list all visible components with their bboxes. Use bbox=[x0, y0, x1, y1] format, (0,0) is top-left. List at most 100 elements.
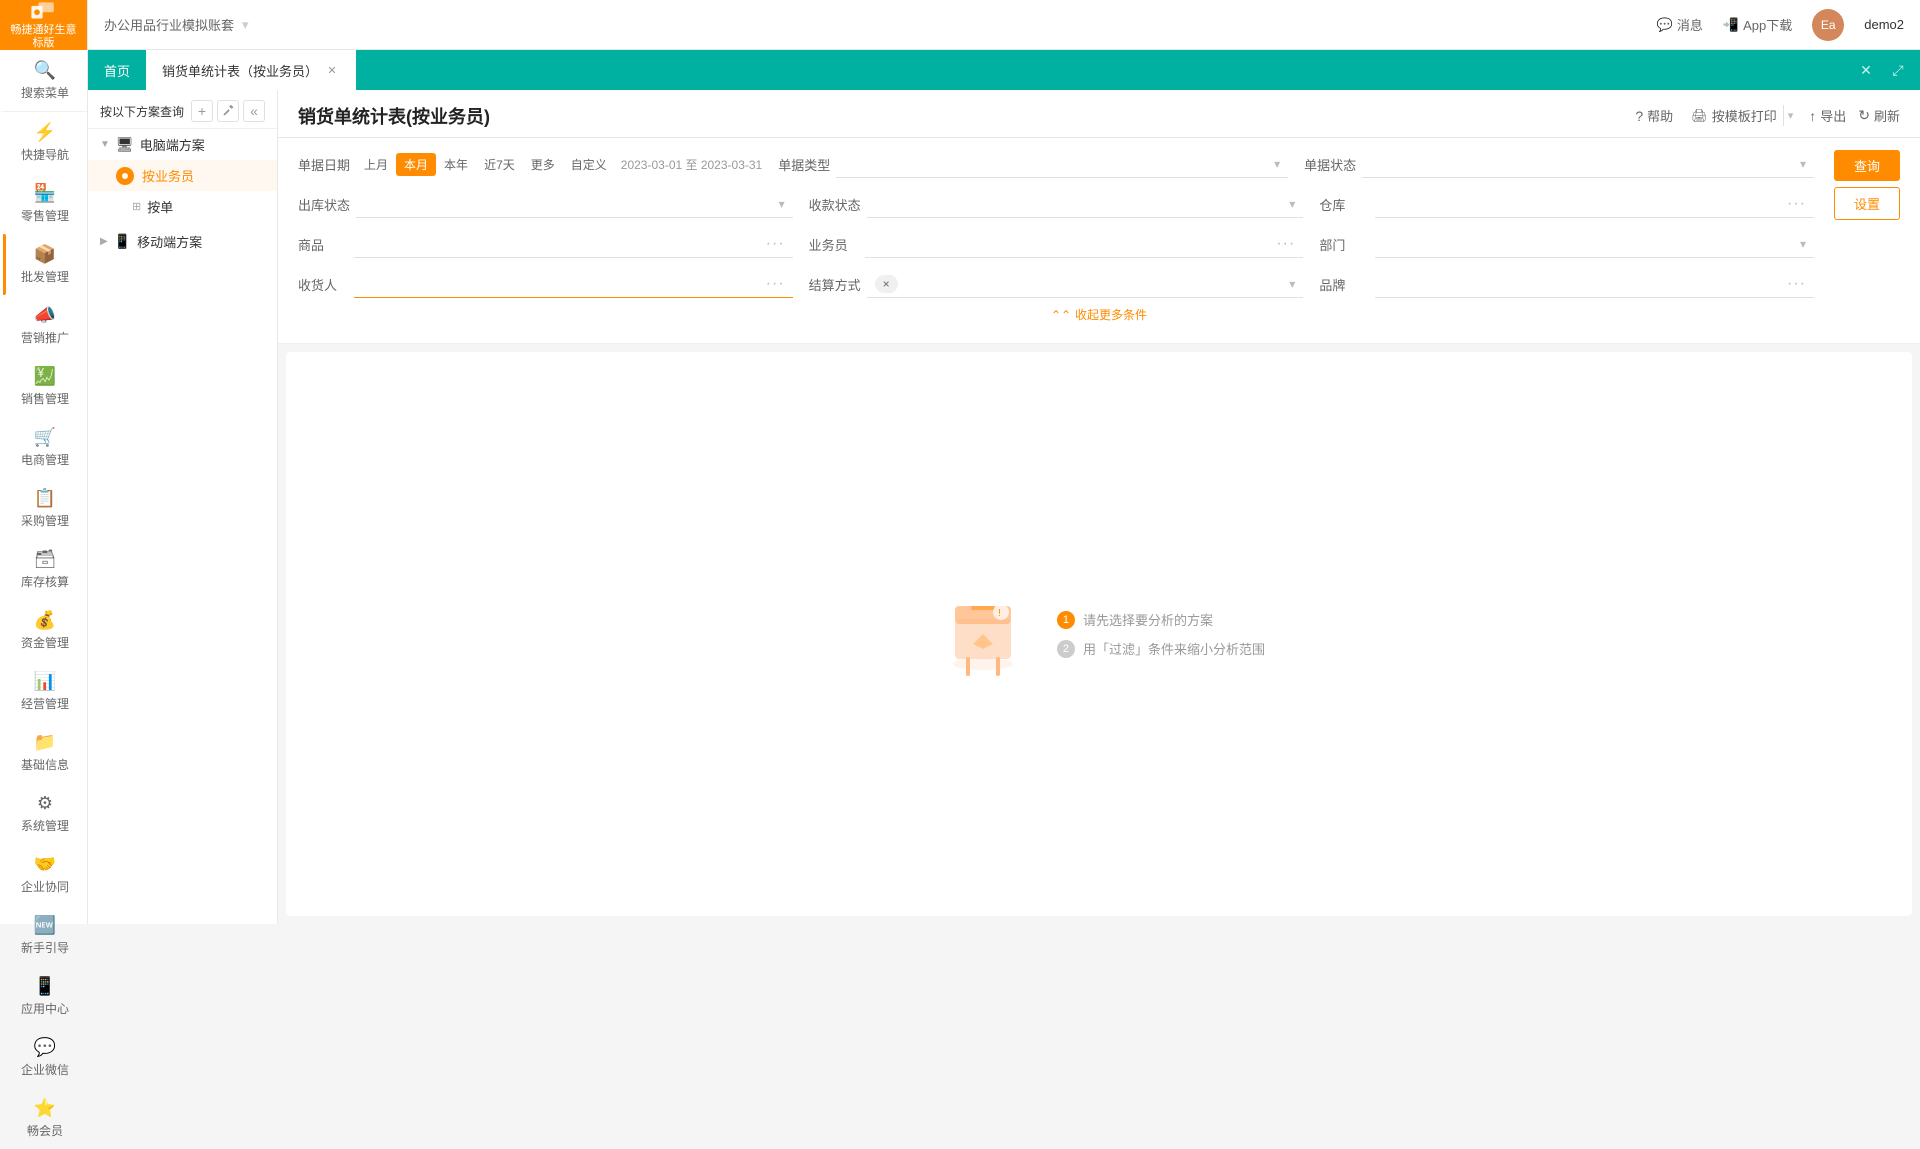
page-title: 销货单统计表(按业务员) bbox=[298, 103, 490, 129]
user-label[interactable]: demo2 bbox=[1864, 17, 1904, 32]
sidebar-item-business[interactable]: 📊 经营管理 bbox=[0, 661, 87, 722]
breadcrumb-text[interactable]: 办公用品行业模拟账套 bbox=[104, 15, 234, 34]
filter-doc-status: 单据状态 ▾ bbox=[1304, 150, 1814, 178]
tab-close-btn[interactable]: ✕ bbox=[324, 62, 340, 78]
settlement-tag-x: × bbox=[883, 277, 890, 291]
sidebar-item-finance[interactable]: 💰 资金管理 bbox=[0, 600, 87, 661]
member-icon: ⭐ bbox=[34, 1098, 56, 1119]
expand-icon-btn[interactable]: ⤢ bbox=[1884, 56, 1912, 84]
warehouse-dots[interactable]: ··· bbox=[1787, 195, 1806, 213]
settlement-tag[interactable]: × bbox=[875, 275, 898, 293]
svg-text:!: ! bbox=[998, 608, 1001, 619]
date-btn-last-month[interactable]: 上月 bbox=[356, 153, 396, 176]
tree-node-by-staff[interactable]: 按业务员 bbox=[88, 160, 277, 191]
settlement-control[interactable]: × ▾ bbox=[867, 270, 1304, 298]
help-icon: ? bbox=[1635, 108, 1643, 124]
warehouse-label: 仓库 bbox=[1319, 195, 1369, 214]
doc-type-control[interactable]: ▾ bbox=[836, 150, 1288, 178]
breadcrumb-chevron[interactable]: ▾ bbox=[242, 17, 249, 33]
sidebar-logo[interactable]: 畅捷通好生意 标版 bbox=[0, 0, 87, 50]
logo-line2: 标版 bbox=[11, 37, 77, 50]
date-btn-more[interactable]: 更多 bbox=[523, 153, 563, 176]
left-panel-header: 按以下方案查询 + « bbox=[88, 90, 277, 129]
sidebar-item-purchase[interactable]: 📋 采购管理 bbox=[0, 478, 87, 539]
brand-control[interactable]: ··· bbox=[1375, 270, 1814, 298]
doc-status-control[interactable]: ▾ bbox=[1362, 150, 1814, 178]
warehouse-control[interactable]: ··· bbox=[1375, 190, 1814, 218]
collapse-panel-btn[interactable]: « bbox=[243, 100, 265, 122]
page-header-actions: ? 帮助 🖨 按模板打印 ▾ ↑ 导出 bbox=[1635, 102, 1900, 129]
sidebar-item-appstore[interactable]: 📱 应用中心 bbox=[0, 966, 87, 1027]
message-btn[interactable]: 💬 消息 bbox=[1657, 15, 1703, 34]
sidebar-item-retail[interactable]: 🏪 零售管理 bbox=[0, 173, 87, 234]
tree-node-mobile[interactable]: ▶ 📱 移动端方案 bbox=[88, 226, 277, 257]
filter-settlement: 结算方式 × ▾ bbox=[809, 270, 1304, 298]
date-btn-this-year[interactable]: 本年 bbox=[436, 153, 476, 176]
date-filter: 上月 本月 本年 近7天 更多 自定义 2023-03-01 至 2023-03… bbox=[356, 153, 762, 176]
brand-dots[interactable]: ··· bbox=[1787, 275, 1806, 293]
business-icon: 📊 bbox=[34, 671, 56, 692]
sidebar-item-system[interactable]: ⚙ 系统管理 bbox=[0, 783, 87, 844]
tree-node-pc[interactable]: ▼ 🖥 电脑端方案 bbox=[88, 129, 277, 160]
search-icon: 🔍 bbox=[34, 60, 56, 81]
print-btn[interactable]: 🖨 按模板打印 bbox=[1685, 102, 1783, 129]
staff-control[interactable]: ··· bbox=[865, 230, 1304, 258]
inventory-icon: 🗃 bbox=[34, 549, 57, 570]
settlement-label: 结算方式 bbox=[809, 275, 861, 294]
consignee-label: 收货人 bbox=[298, 275, 348, 294]
print-icon: 🖨 bbox=[1691, 108, 1708, 124]
stock-status-control[interactable]: ▾ bbox=[356, 190, 793, 218]
stock-chevron: ▾ bbox=[779, 197, 785, 211]
wholesale-icon: 📦 bbox=[34, 244, 56, 265]
sidebar-item-search[interactable]: 🔍 搜索菜单 bbox=[0, 50, 87, 112]
help-btn[interactable]: ? 帮助 bbox=[1635, 106, 1673, 125]
date-label: 单据日期 bbox=[298, 155, 350, 174]
sidebar-item-sales[interactable]: 💹 销售管理 bbox=[0, 356, 87, 417]
settings-btn[interactable]: 设置 bbox=[1834, 187, 1900, 220]
consignee-control[interactable]: ··· bbox=[354, 270, 793, 298]
sidebar-item-inventory[interactable]: 🗃 库存核算 bbox=[0, 539, 87, 600]
sidebar-item-wechat[interactable]: 💬 企业微信 bbox=[0, 1027, 87, 1088]
date-btn-7days[interactable]: 近7天 bbox=[476, 153, 523, 176]
date-btn-custom[interactable]: 自定义 bbox=[563, 153, 615, 176]
sidebar-item-marketing[interactable]: 📣 营销推广 bbox=[0, 295, 87, 356]
sidebar-item-member[interactable]: ⭐ 畅会员 bbox=[0, 1088, 87, 1149]
sidebar-item-wholesale[interactable]: 📦 批发管理 bbox=[0, 234, 87, 295]
refresh-icon: ↻ bbox=[1858, 107, 1870, 124]
dept-control[interactable]: ▾ bbox=[1375, 230, 1814, 258]
app-download-btn[interactable]: 📲 App下载 bbox=[1723, 15, 1792, 34]
retail-icon: 🏪 bbox=[34, 183, 56, 204]
tree-node-by-order[interactable]: ⊞ 按单 bbox=[88, 191, 277, 222]
tab-sales-report[interactable]: 销货单统计表（按业务员） ✕ bbox=[146, 50, 356, 90]
tab-bar-actions: ✕ ⤢ bbox=[1852, 56, 1920, 84]
collapse-arrow: ⌃⌃ bbox=[1051, 308, 1071, 322]
sidebar-item-guide[interactable]: 🆕 新手引导 bbox=[0, 905, 87, 966]
edit-scheme-btn[interactable] bbox=[217, 100, 239, 122]
sidebar-item-collab[interactable]: 🤝 企业协同 bbox=[0, 844, 87, 905]
payment-status-control[interactable]: ▾ bbox=[867, 190, 1304, 218]
goods-control[interactable]: ··· bbox=[354, 230, 793, 258]
sidebar-item-basic[interactable]: 📁 基础信息 bbox=[0, 722, 87, 783]
sidebar-item-ecom[interactable]: 🛒 电商管理 bbox=[0, 417, 87, 478]
goods-dots[interactable]: ··· bbox=[766, 235, 785, 253]
query-btn[interactable]: 查询 bbox=[1834, 150, 1900, 181]
sidebar-item-shortcut[interactable]: ⚡ 快捷导航 bbox=[0, 112, 87, 173]
print-chevron-btn[interactable]: ▾ bbox=[1783, 105, 1798, 126]
logo-line1: 畅捷通好生意 bbox=[11, 24, 77, 37]
sidebar: 畅捷通好生意 标版 🔍 搜索菜单 ⚡ 快捷导航 🏪 零售管理 📦 批发管理 📣 … bbox=[0, 0, 88, 924]
user-avatar[interactable]: Ea bbox=[1812, 9, 1844, 41]
collapse-more-conditions-btn[interactable]: ⌃⌃ 收起更多条件 bbox=[298, 298, 1900, 331]
guide-icon: 🆕 bbox=[34, 915, 56, 936]
export-btn[interactable]: ↑ 导出 bbox=[1809, 106, 1846, 125]
add-scheme-btn[interactable]: + bbox=[191, 100, 213, 122]
tab-bar: 首页 销货单统计表（按业务员） ✕ ✕ ⤢ bbox=[88, 50, 1920, 90]
doc-type-label: 单据类型 bbox=[778, 155, 830, 174]
staff-dots[interactable]: ··· bbox=[1276, 235, 1295, 253]
close-tab-icon-btn[interactable]: ✕ bbox=[1852, 56, 1880, 84]
date-btn-this-month[interactable]: 本月 bbox=[396, 153, 436, 176]
refresh-btn[interactable]: ↻ 刷新 bbox=[1858, 106, 1900, 125]
consignee-dots[interactable]: ··· bbox=[766, 275, 785, 293]
ecom-icon: 🛒 bbox=[34, 427, 56, 448]
tab-home[interactable]: 首页 bbox=[88, 50, 146, 90]
date-range-text: 2023-03-01 至 2023-03-31 bbox=[621, 156, 762, 173]
